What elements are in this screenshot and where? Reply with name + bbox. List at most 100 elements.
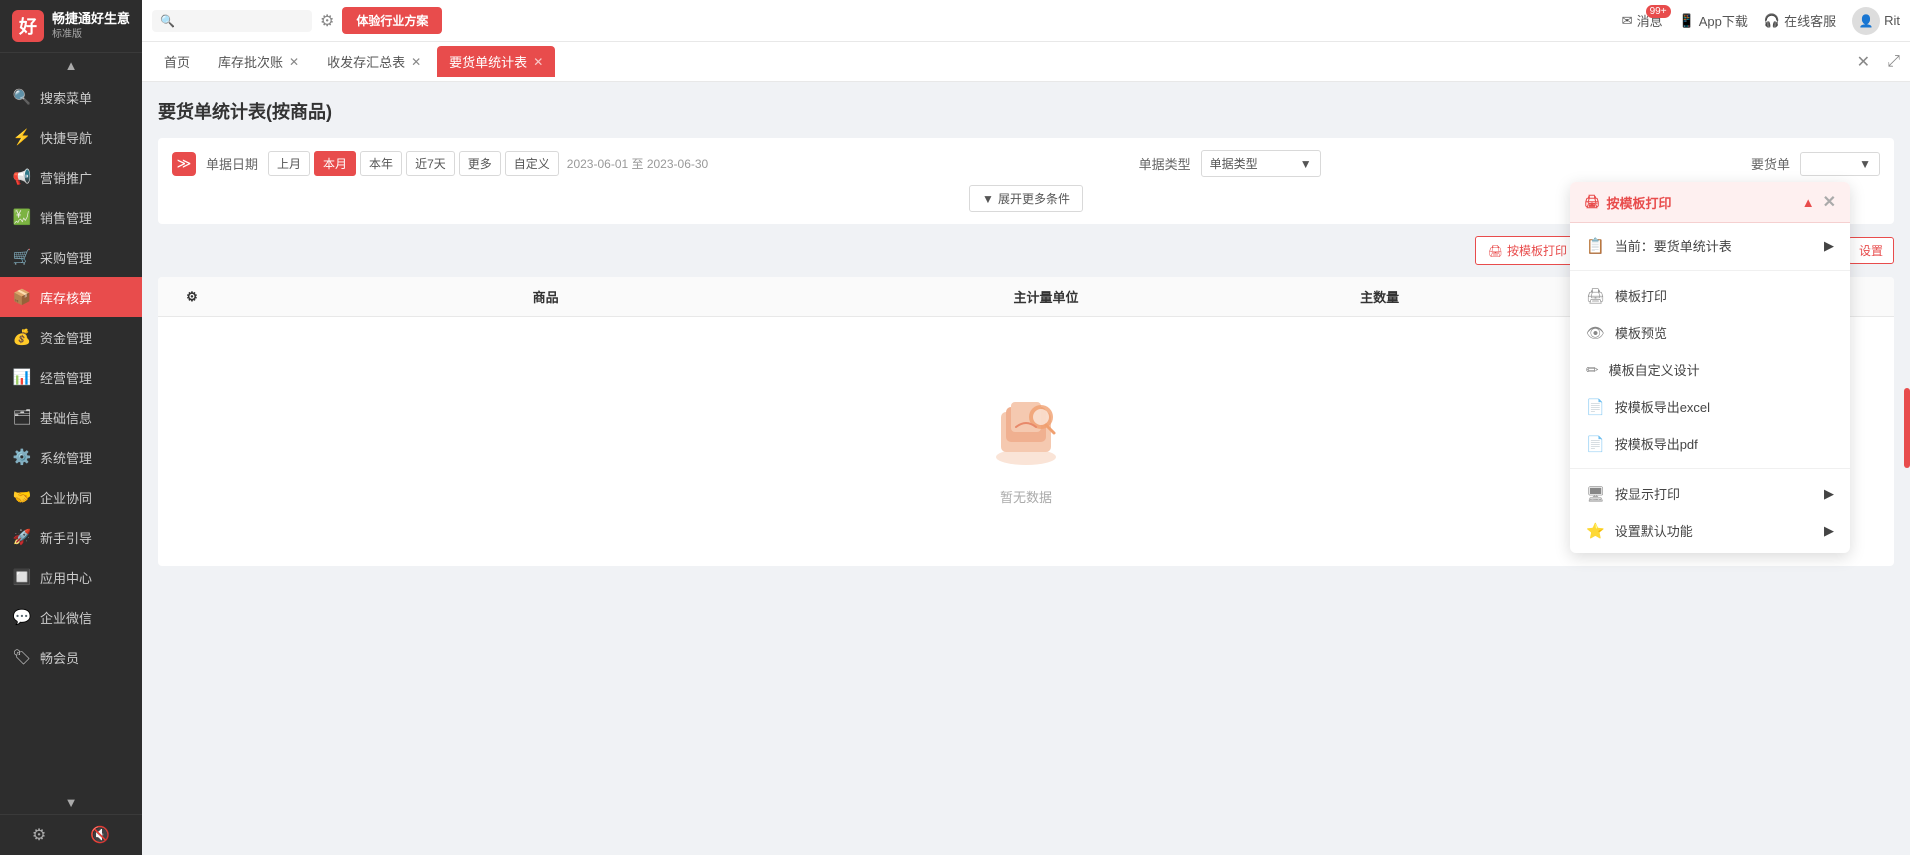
topbar-gear-icon[interactable]: ⚙ — [320, 11, 334, 31]
sidebar-item-label: 销售管理 — [40, 208, 92, 227]
sidebar-scroll-down[interactable]: ▼ — [0, 790, 142, 814]
dropdown-display-print[interactable]: 🖥 按显示打印 ▶ — [1570, 475, 1850, 512]
display-print-arrow: ▶ — [1824, 486, 1834, 502]
sidebar-item-label: 企业微信 — [40, 608, 92, 627]
user-avatar-action[interactable]: 👤 Rit — [1852, 7, 1900, 35]
sidebar-item-label: 搜索菜单 — [40, 88, 92, 107]
purchase-icon: 🛒 — [12, 247, 32, 267]
sidebar-item-base[interactable]: 🗂 基础信息 — [0, 397, 142, 437]
date-btn-more[interactable]: 更多 — [459, 151, 501, 176]
sidebar-item-system[interactable]: ⚙️ 系统管理 — [0, 437, 142, 477]
date-btn-last-7-days[interactable]: 近7天 — [406, 151, 455, 176]
default-func-icon: ⭐ — [1586, 522, 1605, 540]
tab-receivable-close[interactable]: ✕ — [411, 55, 421, 69]
dropdown-export-excel[interactable]: 📄 按模板导出excel — [1570, 388, 1850, 425]
sidebar-item-label: 畅会员 — [40, 648, 79, 667]
trial-btn[interactable]: 体验行业方案 — [342, 7, 442, 34]
date-btn-last-month[interactable]: 上月 — [268, 151, 310, 176]
sidebar-item-corp[interactable]: 🤝 企业协同 — [0, 477, 142, 517]
sidebar-item-label: 快捷导航 — [40, 128, 92, 147]
sidebar-item-finance[interactable]: 💰 资金管理 — [0, 317, 142, 357]
col-quantity: 主数量 — [1213, 287, 1547, 306]
tab-requisition-stat[interactable]: 要货单统计表 ✕ — [437, 46, 555, 77]
app-download-label: App下载 — [1699, 11, 1748, 30]
avatar: 👤 — [1852, 7, 1880, 35]
empty-text: 暂无数据 — [1000, 487, 1052, 506]
settings-btn[interactable]: 设置 — [1848, 237, 1894, 264]
sidebar-item-apps[interactable]: 🔲 应用中心 — [0, 557, 142, 597]
base-icon: 🗂 — [12, 407, 32, 427]
tab-batch-account-close[interactable]: ✕ — [289, 55, 299, 69]
req-goods-label: 要货单 — [1751, 154, 1790, 173]
sidebar-item-sales[interactable]: 💹 销售管理 — [0, 197, 142, 237]
search-icon: 🔍 — [160, 14, 175, 28]
content-area: 要货单统计表(按商品) ≫ 单据日期 上月 本月 本年 近7天 更多 自定义 2… — [142, 82, 1910, 855]
dropdown-template-design[interactable]: ✏ 模板自定义设计 — [1570, 351, 1850, 388]
dropdown-template-print[interactable]: 🖨 模板打印 — [1570, 277, 1850, 314]
user-name: Rit — [1884, 13, 1900, 28]
sidebar-nav: 🔍 搜索菜单 ⚡ 快捷导航 📢 营销推广 💹 销售管理 🛒 采购管理 📦 库存核… — [0, 77, 142, 790]
date-btn-custom[interactable]: 自定义 — [505, 151, 559, 176]
tab-requisition-label: 要货单统计表 — [449, 52, 527, 71]
sidebar-scroll-up[interactable]: ▲ — [0, 53, 142, 77]
sidebar-item-operation[interactable]: 📊 经营管理 — [0, 357, 142, 397]
sidebar-item-label: 资金管理 — [40, 328, 92, 347]
settings-footer-icon[interactable]: ⚙ — [32, 825, 46, 845]
tab-batch-account[interactable]: 库存批次账 ✕ — [206, 46, 311, 77]
sidebar-item-label: 企业协同 — [40, 488, 92, 507]
messages-badge: 99+ — [1646, 5, 1671, 18]
top-search-bar[interactable]: 🔍 — [152, 10, 312, 32]
messages-action[interactable]: ✉ 消息 99+ — [1622, 11, 1663, 30]
sidebar-item-weixin[interactable]: 💬 企业微信 — [0, 597, 142, 637]
current-label: 当前：要货单统计表 — [1615, 236, 1732, 255]
sidebar-item-marketing[interactable]: 📢 营销推广 — [0, 157, 142, 197]
expand-tabs-icon[interactable]: ⤢ — [1887, 53, 1900, 71]
right-scroll-indicator[interactable] — [1904, 388, 1910, 468]
default-func-label: 设置默认功能 — [1615, 521, 1693, 540]
guide-icon: 🚀 — [12, 527, 32, 547]
tab-home[interactable]: 首页 — [152, 46, 202, 77]
sidebar-item-quick-nav[interactable]: ⚡ 快捷导航 — [0, 117, 142, 157]
default-func-left: ⭐ 设置默认功能 — [1586, 521, 1693, 540]
online-service-action[interactable]: 🎧 在线客服 — [1764, 11, 1836, 30]
date-btn-this-month[interactable]: 本月 — [314, 151, 356, 176]
date-options: 上月 本月 本年 近7天 更多 自定义 2023-06-01 至 2023-06… — [268, 151, 708, 176]
col-settings[interactable]: ⚙ — [172, 289, 212, 305]
message-icon: ✉ — [1622, 13, 1633, 29]
sidebar-item-inventory[interactable]: 📦 库存核算 — [0, 277, 142, 317]
empty-illustration — [976, 377, 1076, 477]
dropdown-template-preview[interactable]: 👁 模板预览 — [1570, 314, 1850, 351]
sidebar-item-purchase[interactable]: 🛒 采购管理 — [0, 237, 142, 277]
template-print-icon: 🖨 — [1586, 287, 1605, 305]
expand-more-btn[interactable]: ▼ 展开更多条件 — [969, 185, 1083, 212]
close-all-tabs-icon[interactable]: ✕ — [1857, 52, 1870, 72]
sound-footer-icon[interactable]: 🔇 — [90, 825, 110, 845]
sales-icon: 💹 — [12, 207, 32, 227]
doc-type-label: 单据类型 — [1139, 154, 1191, 173]
tab-receivable-summary[interactable]: 收发存汇总表 ✕ — [315, 46, 433, 77]
dropdown-export-pdf[interactable]: 📄 按模板导出pdf — [1570, 425, 1850, 462]
sidebar-item-search[interactable]: 🔍 搜索菜单 — [0, 77, 142, 117]
dropdown-default-func[interactable]: ⭐ 设置默认功能 ▶ — [1570, 512, 1850, 549]
tab-requisition-close[interactable]: ✕ — [533, 55, 543, 69]
current-arrow-icon: ▶ — [1824, 238, 1834, 254]
dropdown-title: 按模板打印 — [1607, 193, 1672, 212]
filter-expand-toggle[interactable]: ≫ — [172, 152, 196, 176]
app-download-action[interactable]: 📱 App下载 — [1679, 11, 1748, 30]
app-logo: 好 畅捷通好生意 标准版 — [0, 0, 142, 53]
dropdown-current-item[interactable]: 📋 当前：要货单统计表 ▶ — [1570, 227, 1850, 264]
display-print-left: 🖥 按显示打印 — [1586, 484, 1680, 503]
export-excel-label: 按模板导出excel — [1615, 397, 1710, 416]
sidebar-item-guide[interactable]: 🚀 新手引导 — [0, 517, 142, 557]
template-design-icon: ✏ — [1586, 361, 1599, 379]
display-print-icon: 🖥 — [1586, 485, 1605, 503]
operation-icon: 📊 — [12, 367, 32, 387]
req-goods-select[interactable]: ▼ — [1800, 152, 1880, 176]
doc-type-select[interactable]: 单据类型 ▼ — [1201, 150, 1321, 177]
date-btn-this-year[interactable]: 本年 — [360, 151, 402, 176]
dropdown-close-btn[interactable]: ✕ — [1823, 192, 1836, 212]
sidebar-item-member[interactable]: 🏷 畅会员 — [0, 637, 142, 677]
sidebar-item-label: 系统管理 — [40, 448, 92, 467]
expand-down-icon: ▼ — [982, 192, 994, 206]
print-header-icon: 🖨 — [1584, 194, 1601, 210]
